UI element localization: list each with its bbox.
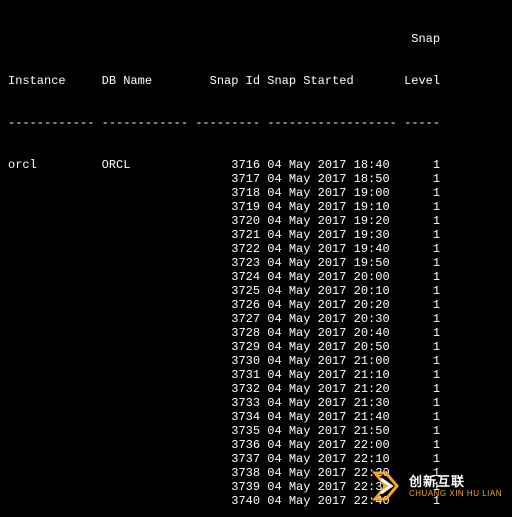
table-row: 3729 04 May 2017 20:50 1: [8, 340, 504, 354]
table-body: orcl ORCL 3716 04 May 2017 18:40 1 3717 …: [8, 158, 504, 508]
table-row: 3721 04 May 2017 19:30 1: [8, 228, 504, 242]
table-row: 3731 04 May 2017 21:10 1: [8, 368, 504, 382]
logo-text-top: 创新互联: [409, 475, 502, 488]
table-row: 3735 04 May 2017 21:50 1: [8, 424, 504, 438]
table-row: 3727 04 May 2017 20:30 1: [8, 312, 504, 326]
watermark-logo: 创新互联 CHUANG XIN HU LIAN: [369, 469, 502, 503]
logo-icon: [369, 469, 403, 503]
table-row: 3733 04 May 2017 21:30 1: [8, 396, 504, 410]
table-row: 3734 04 May 2017 21:40 1: [8, 410, 504, 424]
logo-text-bottom: CHUANG XIN HU LIAN: [409, 490, 502, 498]
table-row: 3732 04 May 2017 21:20 1: [8, 382, 504, 396]
table-row: 3719 04 May 2017 19:10 1: [8, 200, 504, 214]
table-row: 3730 04 May 2017 21:00 1: [8, 354, 504, 368]
terminal-output: Snap Instance DB Name Snap Id Snap Start…: [0, 0, 512, 517]
table-row: 3725 04 May 2017 20:10 1: [8, 284, 504, 298]
table-row: 3717 04 May 2017 18:50 1: [8, 172, 504, 186]
table-header-line1: Snap: [8, 32, 504, 46]
table-divider: ------------ ------------ --------- ----…: [8, 116, 504, 130]
table-row: 3726 04 May 2017 20:20 1: [8, 298, 504, 312]
table-row: 3724 04 May 2017 20:00 1: [8, 270, 504, 284]
table-row: 3723 04 May 2017 19:50 1: [8, 256, 504, 270]
table-row: 3722 04 May 2017 19:40 1: [8, 242, 504, 256]
table-row: 3737 04 May 2017 22:10 1: [8, 452, 504, 466]
table-row: orcl ORCL 3716 04 May 2017 18:40 1: [8, 158, 504, 172]
table-row: 3718 04 May 2017 19:00 1: [8, 186, 504, 200]
logo-text: 创新互联 CHUANG XIN HU LIAN: [409, 475, 502, 498]
table-row: 3728 04 May 2017 20:40 1: [8, 326, 504, 340]
table-row: 3736 04 May 2017 22:00 1: [8, 438, 504, 452]
table-header-line2: Instance DB Name Snap Id Snap Started Le…: [8, 74, 504, 88]
table-row: 3720 04 May 2017 19:20 1: [8, 214, 504, 228]
